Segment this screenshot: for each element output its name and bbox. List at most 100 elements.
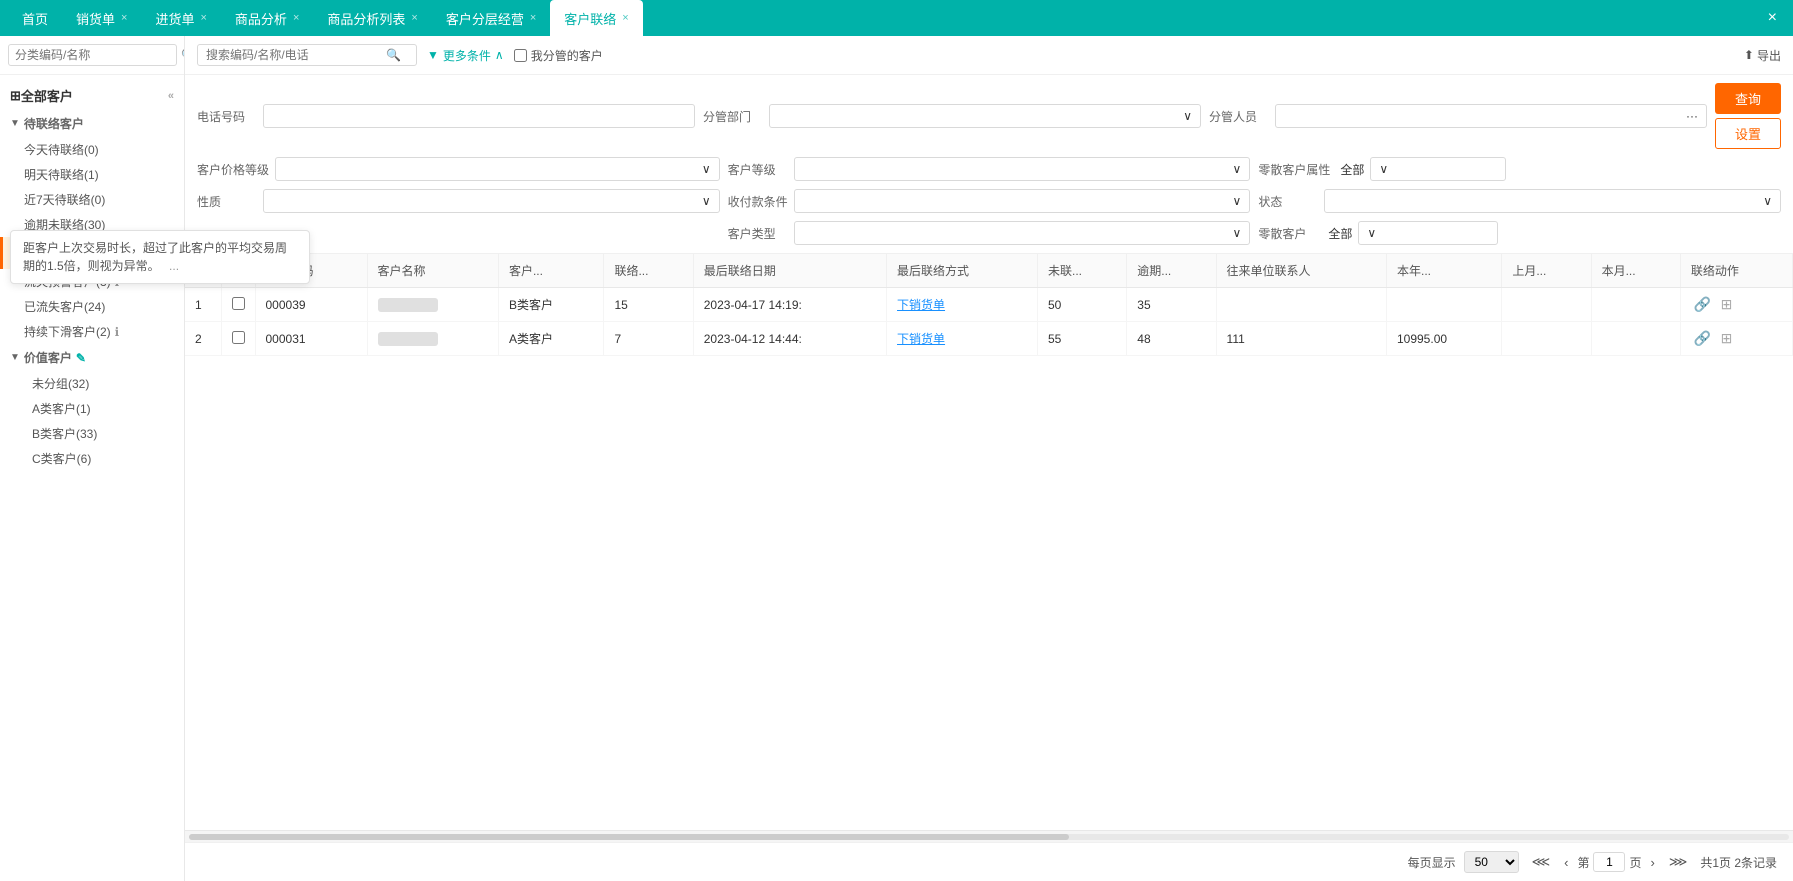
th-no-contact: 未联...	[1037, 254, 1126, 288]
gender-select[interactable]: ∨	[263, 189, 720, 213]
row2-link-icon[interactable]: 🔗	[1694, 330, 1711, 346]
customer-type-select[interactable]: ∨	[794, 221, 1251, 245]
sidebar-tomorrow-pending[interactable]: 明天待联络(1)	[0, 162, 184, 187]
sidebar-c-class[interactable]: C类客户(6)	[0, 446, 184, 471]
page-number-input[interactable]	[1593, 852, 1625, 872]
nav-home[interactable]: 首页	[8, 0, 62, 36]
row1-checkbox[interactable]	[232, 297, 245, 310]
sidebar-a-class[interactable]: A类客户(1)	[0, 396, 184, 421]
nav-sales-close[interactable]: ×	[121, 12, 127, 24]
filter-price-grade: 客户价格等级 ∨	[197, 157, 720, 181]
row2-checkbox[interactable]	[232, 331, 245, 344]
tooltip-popup: 距客户上次交易时长，超过了此客户的平均交易周期的1.5倍，则视为异常。 ...	[10, 230, 310, 284]
row2-code: 000031	[255, 322, 367, 356]
row1-code: 000039	[255, 288, 367, 322]
row1-name	[367, 288, 498, 322]
first-page-btn[interactable]: ⋘	[1527, 852, 1556, 872]
scroll-thumb[interactable]	[189, 834, 1069, 840]
th-last-month: 上月...	[1502, 254, 1591, 288]
retail-attr-select[interactable]: ∨	[1370, 157, 1506, 181]
search-input[interactable]	[206, 48, 386, 62]
sidebar-pending-section[interactable]: ▼ 待联络客户	[0, 110, 184, 137]
prev-page-btn[interactable]: ‹	[1559, 853, 1573, 872]
row2-this-year: 10995.00	[1386, 322, 1501, 356]
sidebar-b-class[interactable]: B类客户(33)	[0, 421, 184, 446]
sidebar-search-input[interactable]	[8, 44, 177, 66]
sidebar-value-section[interactable]: ▼ 价值客户 ✎	[0, 344, 184, 371]
sidebar-unclassified[interactable]: 未分组(32)	[0, 371, 184, 396]
th-last-contact-date: 最后联络日期	[693, 254, 886, 288]
nav-customer-contact-close[interactable]: ×	[622, 12, 628, 24]
close-all-tabs[interactable]: ×	[1760, 9, 1785, 27]
edit-value-icon[interactable]: ✎	[76, 351, 86, 365]
nav-customer-contact[interactable]: 客户联络 ×	[550, 0, 642, 36]
next-page-btn[interactable]: ›	[1645, 853, 1659, 872]
page-size-select[interactable]: 50 100 200	[1464, 851, 1519, 873]
filter-customer-type: 客户类型 ∨	[728, 221, 1251, 245]
person-select[interactable]: ···	[1275, 104, 1707, 128]
search-icon[interactable]: 🔍	[386, 48, 401, 62]
sidebar-all-customers[interactable]: ⊞ 全部客户 «	[0, 81, 184, 110]
filter-retail-attr: 零散客户属性 全部 ∨	[1258, 157, 1781, 181]
th-this-month: 本月...	[1591, 254, 1680, 288]
row1-action: 🔗 ⊞	[1680, 288, 1792, 322]
nav-purchase[interactable]: 进货单 ×	[141, 0, 220, 36]
more-filter-btn[interactable]: ▼ 更多条件 ∧	[427, 47, 504, 64]
filter-gender: 性质 ∨	[197, 189, 720, 213]
nav-customer-tier-close[interactable]: ×	[530, 12, 536, 24]
sidebar: 🔍 ⊞ 全部客户 « ▼ 待联络客户 今天待联络(0) 明天待联络(1) 近7天…	[0, 36, 185, 881]
status-select[interactable]: ∨	[1324, 189, 1781, 213]
my-customer-checkbox[interactable]: 我分管的客户	[514, 47, 603, 64]
phone-input[interactable]	[263, 104, 695, 128]
row2-action: 🔗 ⊞	[1680, 322, 1792, 356]
retail-customer-select[interactable]: ∨	[1358, 221, 1497, 245]
customer-grade-select[interactable]: ∨	[794, 157, 1251, 181]
sidebar-declining-customers[interactable]: 持续下滑客户(2) ℹ	[0, 319, 184, 344]
row2-grid-icon[interactable]: ⊞	[1721, 330, 1733, 346]
row2-overdue: 48	[1127, 322, 1216, 356]
sidebar-lost-customers[interactable]: 已流失客户(24)	[0, 294, 184, 319]
filter-icon: ▼	[427, 48, 439, 62]
filter-dept: 分管部门 ∨	[703, 104, 1201, 128]
table-row: 1 000039 B类客户 15 2023-04-17 14:19: 下销货单 …	[185, 288, 1793, 322]
row1-last-method: 下销货单	[887, 288, 1038, 322]
row1-check[interactable]	[221, 288, 255, 322]
filter-customer-grade: 客户等级 ∨	[728, 157, 1251, 181]
nav-sales[interactable]: 销货单 ×	[62, 0, 141, 36]
dept-select[interactable]: ∨	[769, 104, 1201, 128]
last-page-btn[interactable]: ⋙	[1664, 852, 1693, 872]
content-area: 🔍 ▼ 更多条件 ∧ 我分管的客户 ⬆ 导出 电话号码	[185, 36, 1793, 881]
row2-contact-count: 7	[604, 322, 693, 356]
collapse-icon[interactable]: «	[168, 90, 174, 102]
row2-index: 2	[185, 322, 221, 356]
row2-last-date: 2023-04-12 14:44:	[693, 322, 886, 356]
nav-purchase-close[interactable]: ×	[200, 12, 206, 24]
price-grade-select[interactable]: ∨	[275, 157, 720, 181]
my-customer-check[interactable]	[514, 49, 527, 62]
scroll-track[interactable]	[189, 834, 1789, 840]
row2-type: A类客户	[498, 322, 604, 356]
nav-product-analysis[interactable]: 商品分析 ×	[221, 0, 313, 36]
row1-last-date: 2023-04-17 14:19:	[693, 288, 886, 322]
horizontal-scrollbar[interactable]	[185, 830, 1793, 842]
nav-product-analysis-list[interactable]: 商品分析列表 ×	[313, 0, 431, 36]
row1-grid-icon[interactable]: ⊞	[1721, 296, 1733, 312]
row2-check[interactable]	[221, 322, 255, 356]
row1-overdue: 35	[1127, 288, 1216, 322]
row1-contact-person	[1216, 288, 1386, 322]
query-button[interactable]: 查询	[1715, 83, 1781, 114]
set-button[interactable]: 设置	[1715, 118, 1781, 149]
filter-payment: 收付款条件 ∨	[728, 189, 1251, 213]
sidebar-today-pending[interactable]: 今天待联络(0)	[0, 137, 184, 162]
nav-customer-tier[interactable]: 客户分层经营 ×	[432, 0, 550, 36]
filter-person: 分管人员 ···	[1209, 104, 1707, 128]
payment-select[interactable]: ∨	[794, 189, 1251, 213]
export-button[interactable]: ⬆ 导出	[1744, 47, 1781, 64]
row1-link-icon[interactable]: 🔗	[1694, 296, 1711, 312]
filter-panel: 电话号码 分管部门 ∨ 分管人员 ··· 查询 设置	[185, 75, 1793, 254]
filter-row-1: 电话号码 分管部门 ∨ 分管人员 ··· 查询 设置	[197, 83, 1781, 149]
nav-product-analysis-close[interactable]: ×	[293, 12, 299, 24]
nav-product-analysis-list-close[interactable]: ×	[411, 12, 417, 24]
table-row: 2 000031 A类客户 7 2023-04-12 14:44: 下销货单 5…	[185, 322, 1793, 356]
sidebar-7days-pending[interactable]: 近7天待联络(0)	[0, 187, 184, 212]
